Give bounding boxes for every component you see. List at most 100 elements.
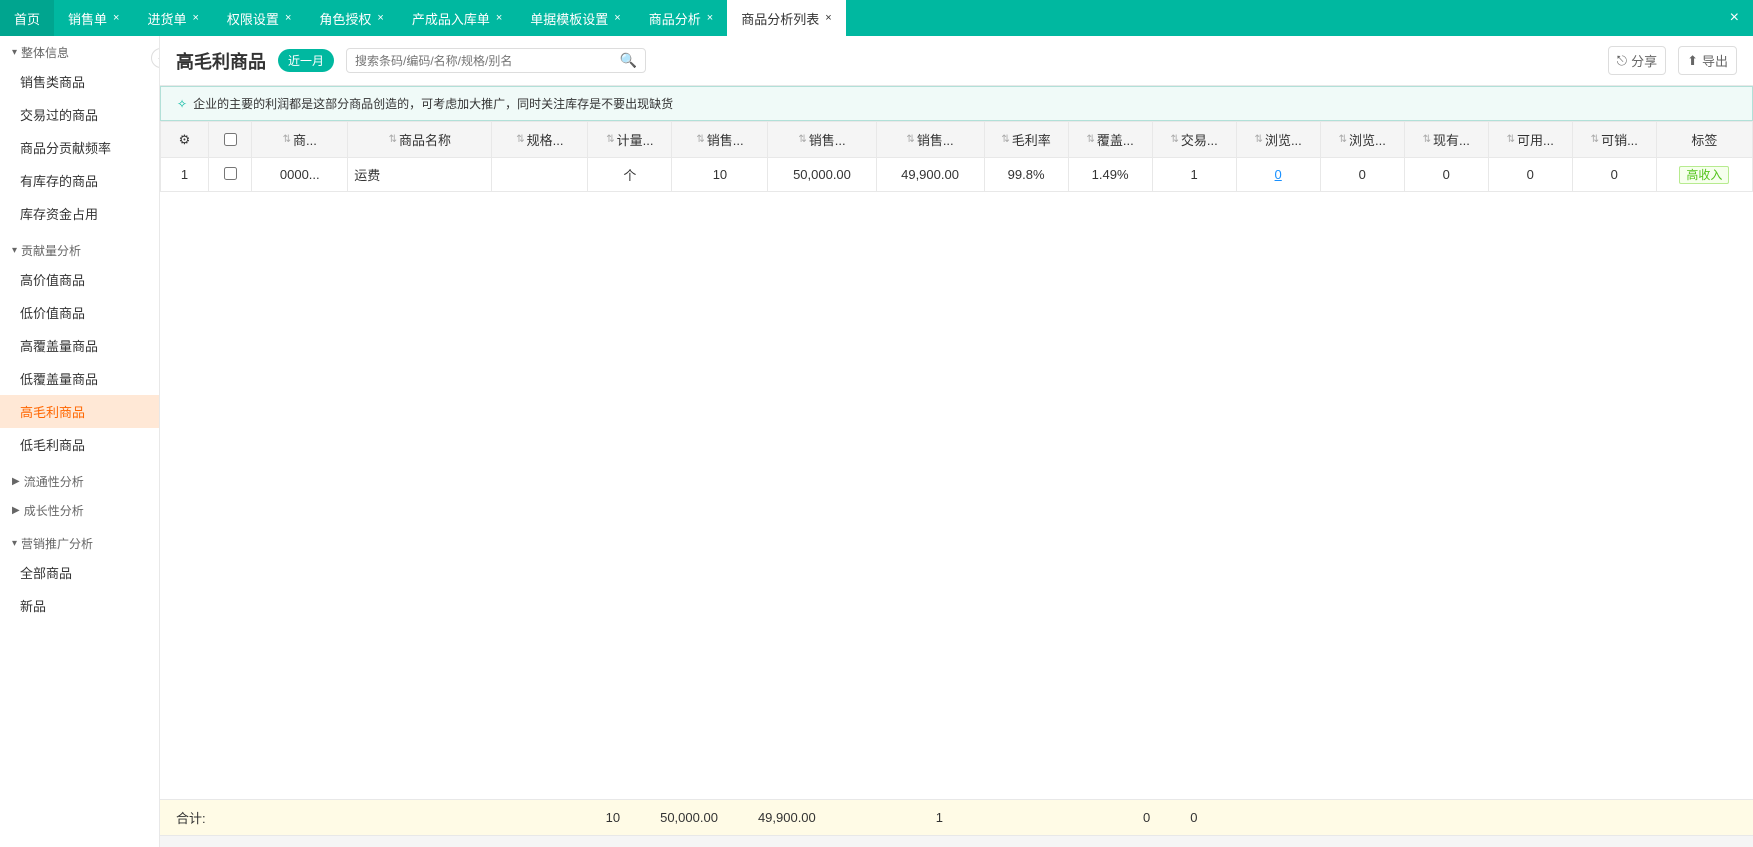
cell-salescost: 49,900.00 <box>876 158 984 192</box>
col-unit-header[interactable]: ⇅ 计量... <box>588 122 672 158</box>
sidebar-group-contribution[interactable]: ▾ 贡献量分析 <box>0 234 159 263</box>
cell-coverage: 1.49% <box>1068 158 1152 192</box>
sidebar-item-low-value[interactable]: 低价值商品 <box>0 296 159 329</box>
close-product-warehouse-tab[interactable]: × <box>496 12 502 24</box>
sidebar-item-stock-capital[interactable]: 库存资金占用 <box>0 197 159 230</box>
global-close-button[interactable]: × <box>1716 9 1753 27</box>
sidebar-item-all-goods[interactable]: 全部商品 <box>0 556 159 589</box>
group-overall-arrow: ▾ <box>12 47 17 58</box>
cell-current: 0 <box>1404 158 1488 192</box>
sidebar-item-traded-goods[interactable]: 交易过的商品 <box>0 98 159 131</box>
close-template-tab[interactable]: × <box>614 12 620 24</box>
footer-salescost: 49,900.00 <box>758 810 816 825</box>
cell-txcount: 1 <box>1152 158 1236 192</box>
footer-salesqty: 10 <box>606 810 620 825</box>
sidebar-group-overall[interactable]: ▾ 整体信息 <box>0 36 159 65</box>
col-txcount-sort-icon: ⇅ <box>1171 134 1179 145</box>
export-button[interactable]: ⬆ 导出 <box>1678 46 1737 75</box>
content-area: 高毛利商品 近一月 🔍 ⎋ 分享 ⬆ 导出 ✧ 企业的主要的利润都是这部分商品创… <box>160 36 1753 847</box>
col-salable-header[interactable]: ⇅ 可销... <box>1572 122 1656 158</box>
sidebar-item-contribution-rate[interactable]: 商品分贡献频率 <box>0 131 159 164</box>
col-salesqty-header[interactable]: ⇅ 销售... <box>672 122 768 158</box>
cell-index: 1 <box>161 158 209 192</box>
sidebar-item-low-coverage[interactable]: 低覆盖量商品 <box>0 362 159 395</box>
nav-permission[interactable]: 权限设置 × <box>213 0 305 36</box>
page-title: 高毛利商品 <box>176 48 266 74</box>
settings-icon[interactable]: ⚙ <box>179 132 191 148</box>
col-name-header[interactable]: ⇅ 商品名称 <box>348 122 492 158</box>
top-navigation: 首页 销售单 × 进货单 × 权限设置 × 角色授权 × 产成品入库单 × 单据… <box>0 0 1753 36</box>
close-sales-tab[interactable]: × <box>113 12 119 24</box>
close-analysis-list-tab[interactable]: × <box>825 12 831 24</box>
close-role-tab[interactable]: × <box>377 12 383 24</box>
col-salesamt-header[interactable]: ⇅ 销售... <box>768 122 876 158</box>
col-browseb-header[interactable]: ⇅ 浏览... <box>1320 122 1404 158</box>
nav-product-warehouse[interactable]: 产成品入库单 × <box>398 0 516 36</box>
col-coverage-header[interactable]: ⇅ 覆盖... <box>1068 122 1152 158</box>
col-browsea-header[interactable]: ⇅ 浏览... <box>1236 122 1320 158</box>
sidebar-item-high-value[interactable]: 高价值商品 <box>0 263 159 296</box>
data-table: ⚙ ⇅ 商... <box>160 121 1753 192</box>
col-code-sort-icon: ⇅ <box>283 134 291 145</box>
search-input[interactable] <box>355 54 620 68</box>
sidebar-item-new-goods[interactable]: 新品 <box>0 589 159 622</box>
col-current-header[interactable]: ⇅ 现有... <box>1404 122 1488 158</box>
footer-label: 合计: <box>176 808 206 827</box>
cell-unit: 个 <box>588 158 672 192</box>
col-spec-header[interactable]: ⇅ 规格... <box>492 122 588 158</box>
table-header-row: ⚙ ⇅ 商... <box>161 122 1753 158</box>
col-txcount-header[interactable]: ⇅ 交易... <box>1152 122 1236 158</box>
search-icon[interactable]: 🔍 <box>620 52 637 69</box>
col-available-sort-icon: ⇅ <box>1507 134 1515 145</box>
footer-txcount: 1 <box>936 810 943 825</box>
sidebar-item-in-stock[interactable]: 有库存的商品 <box>0 164 159 197</box>
data-table-wrapper: ⚙ ⇅ 商... <box>160 121 1753 799</box>
footer-available: 0 <box>1143 810 1150 825</box>
nav-sales[interactable]: 销售单 × <box>54 0 133 36</box>
close-purchase-tab[interactable]: × <box>192 12 198 24</box>
sidebar-group-marketing[interactable]: ▾ 营销推广分析 <box>0 527 159 556</box>
sidebar-group-liquidity[interactable]: ▶ 流通性分析 <box>0 465 159 494</box>
col-grossmargin-header[interactable]: ⇅ 毛利率 <box>984 122 1068 158</box>
sidebar-item-high-coverage[interactable]: 高覆盖量商品 <box>0 329 159 362</box>
sidebar-item-low-margin[interactable]: 低毛利商品 <box>0 428 159 461</box>
col-name-sort-icon: ⇅ <box>389 134 397 145</box>
cell-spec <box>492 158 588 192</box>
sidebar-item-high-margin[interactable]: 高毛利商品 <box>0 395 159 428</box>
col-available-header[interactable]: ⇅ 可用... <box>1488 122 1572 158</box>
nav-template[interactable]: 单据模板设置 × <box>516 0 634 36</box>
col-salescost-header[interactable]: ⇅ 销售... <box>876 122 984 158</box>
sidebar-group-growth[interactable]: ▶ 成长性分析 <box>0 494 159 523</box>
nav-purchase[interactable]: 进货单 × <box>133 0 212 36</box>
cell-browseb: 0 <box>1320 158 1404 192</box>
nav-home[interactable]: 首页 <box>0 0 54 36</box>
col-code-header[interactable]: ⇅ 商... <box>252 122 348 158</box>
select-all-checkbox[interactable] <box>224 133 237 146</box>
nav-role[interactable]: 角色授权 × <box>305 0 397 36</box>
cell-salesqty: 10 <box>672 158 768 192</box>
share-button[interactable]: ⎋ 分享 <box>1608 46 1666 75</box>
cell-checkbox[interactable] <box>209 158 252 192</box>
horizontal-scrollbar[interactable] <box>160 835 1753 847</box>
nav-analysis[interactable]: 商品分析 × <box>635 0 727 36</box>
close-analysis-tab[interactable]: × <box>707 12 713 24</box>
nav-analysis-list[interactable]: 商品分析列表 × <box>727 0 845 36</box>
info-bar: ✧ 企业的主要的利润都是这部分商品创造的，可考虑加大推广，同时关注库存是不要出现… <box>160 86 1753 121</box>
close-permission-tab[interactable]: × <box>285 12 291 24</box>
col-browseb-sort-icon: ⇅ <box>1339 134 1347 145</box>
group-growth-arrow: ▶ <box>12 505 20 516</box>
filter-recent-month-button[interactable]: 近一月 <box>278 49 334 72</box>
share-icon: ⎋ <box>1617 53 1627 69</box>
cell-grossmargin: 99.8% <box>984 158 1068 192</box>
sidebar: « ▾ 整体信息 销售类商品 交易过的商品 商品分贡献频率 有库存的商品 库存资… <box>0 36 160 847</box>
cell-available: 0 <box>1488 158 1572 192</box>
cell-browsea[interactable]: 0 <box>1236 158 1320 192</box>
sidebar-item-sales-goods[interactable]: 销售类商品 <box>0 65 159 98</box>
search-box: 🔍 <box>346 48 646 73</box>
cell-code: 0000... <box>252 158 348 192</box>
group-contribution-arrow: ▾ <box>12 245 17 256</box>
col-grossmargin-sort-icon: ⇅ <box>1001 134 1009 145</box>
col-salesamt-sort-icon: ⇅ <box>798 134 806 145</box>
cell-salesamt: 50,000.00 <box>768 158 876 192</box>
cell-name: 运费 <box>348 158 492 192</box>
